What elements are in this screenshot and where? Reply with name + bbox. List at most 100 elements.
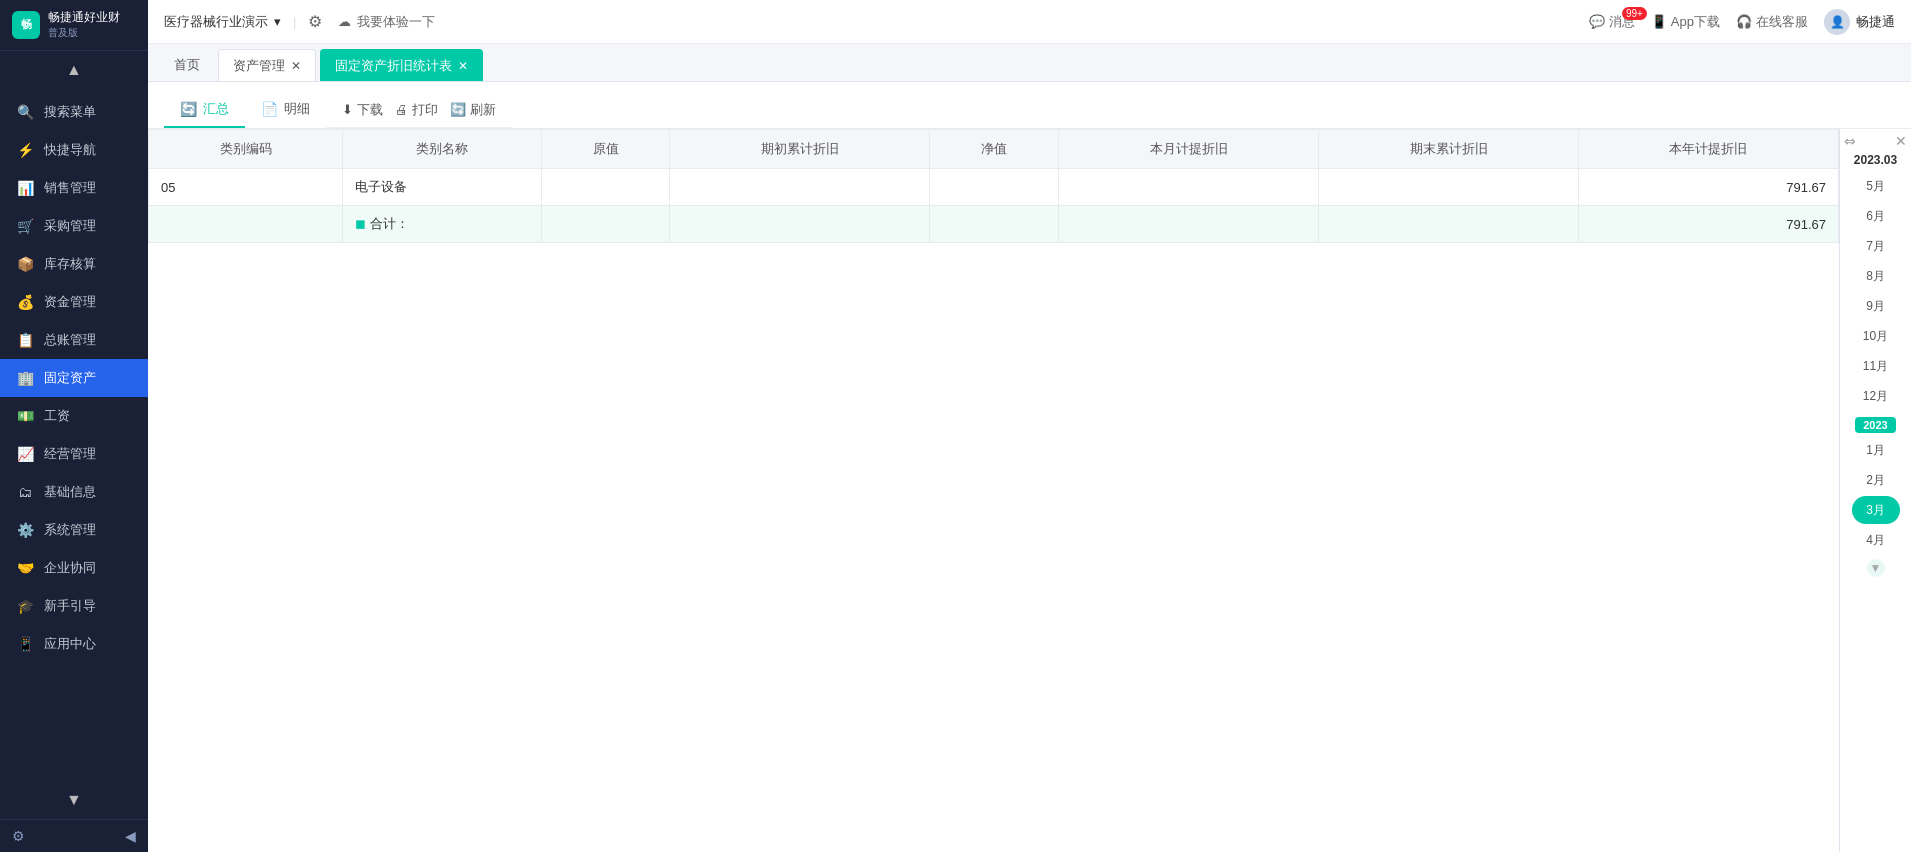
sidebar-item-salary[interactable]: 💵 工资: [0, 397, 148, 435]
chevron-down-icon: ▾: [274, 14, 281, 29]
month-9[interactable]: 9月: [1852, 292, 1900, 320]
search-icon: 🔍: [16, 103, 34, 121]
topbar-divider: |: [293, 14, 296, 29]
tab-fixed-depreciation[interactable]: 固定资产折旧统计表 ✕: [320, 49, 483, 81]
month-12[interactable]: 12月: [1852, 382, 1900, 410]
inventory-icon: 📦: [16, 255, 34, 273]
subtab-summary[interactable]: 🔄 汇总: [164, 92, 245, 128]
month-3[interactable]: 3月: [1852, 496, 1900, 524]
month-4[interactable]: 4月: [1852, 526, 1900, 554]
ops-icon: 📈: [16, 445, 34, 463]
data-table: 类别编码 类别名称 原值 期初累计折旧 净值 本月计提折旧 期末累计折旧 本年计…: [148, 129, 1839, 243]
company-name: 医疗器械行业演示: [164, 13, 268, 31]
subtotal-monthly: [1059, 206, 1319, 243]
sidebar-item-ledger[interactable]: 📋 总账管理: [0, 321, 148, 359]
sidebar-scroll-up[interactable]: ▲: [66, 61, 82, 79]
month-8[interactable]: 8月: [1852, 262, 1900, 290]
sidebar-item-guide[interactable]: 🎓 新手引导: [0, 587, 148, 625]
sidebar-item-sales[interactable]: 📊 销售管理: [0, 169, 148, 207]
subtotal-code: [149, 206, 343, 243]
tabsbar: 首页 资产管理 ✕ 固定资产折旧统计表 ✕: [148, 44, 1911, 82]
tab-home[interactable]: 首页: [160, 49, 214, 81]
topbar-settings-icon[interactable]: ⚙: [308, 12, 322, 31]
current-year-badge: 2023: [1855, 417, 1895, 433]
sidebar-item-label: 工资: [44, 407, 70, 425]
purchase-icon: 🛒: [16, 217, 34, 235]
headset-icon: 🎧: [1736, 14, 1752, 29]
main-area: 医疗器械行业演示 ▾ | ⚙ ☁ 我要体验一下 💬 消息 99+ 📱 App下载…: [148, 0, 1911, 852]
collapse-sidebar-icon[interactable]: ◀: [125, 828, 136, 844]
basic-icon: 🗂: [16, 483, 34, 501]
collab-icon: 🤝: [16, 559, 34, 577]
subtab-detail[interactable]: 📄 明细: [245, 92, 326, 128]
toolbar: ⬇ 下载 🖨 打印 🔄 刷新: [326, 93, 512, 128]
print-label: 打印: [412, 101, 438, 119]
sidebar-item-apps[interactable]: 📱 应用中心: [0, 625, 148, 663]
online-service-button[interactable]: 🎧 在线客服: [1736, 13, 1808, 31]
panel-nav-down-icon[interactable]: ▼: [1867, 559, 1885, 577]
sidebar-scroll-down[interactable]: ▼: [66, 791, 82, 809]
sidebar-item-collab[interactable]: 🤝 企业协同: [0, 549, 148, 587]
sidebar-item-label: 总账管理: [44, 331, 96, 349]
tab-asset-mgmt[interactable]: 资产管理 ✕: [218, 49, 316, 81]
data-table-wrap: 类别编码 类别名称 原值 期初累计折旧 净值 本月计提折旧 期末累计折旧 本年计…: [148, 129, 1839, 852]
sidebar-item-label: 库存核算: [44, 255, 96, 273]
sidebar-item-basic[interactable]: 🗂 基础信息: [0, 473, 148, 511]
print-button[interactable]: 🖨 打印: [395, 101, 438, 119]
sidebar-item-fixed[interactable]: 🏢 固定资产: [0, 359, 148, 397]
download-button[interactable]: ⬇ 下载: [342, 101, 383, 119]
panel-close-icon[interactable]: ✕: [1895, 133, 1907, 149]
month-7[interactable]: 7月: [1852, 232, 1900, 260]
refresh-button[interactable]: 🔄 刷新: [450, 101, 496, 119]
cloud-icon: ☁: [338, 14, 351, 29]
download-icon: ⬇: [342, 102, 353, 117]
subtab-summary-label: 汇总: [203, 100, 229, 118]
month-10[interactable]: 10月: [1852, 322, 1900, 350]
sidebar-item-label: 快捷导航: [44, 141, 96, 159]
sidebar-item-finance[interactable]: 💰 资金管理: [0, 283, 148, 321]
cell-end-accum: [1319, 169, 1579, 206]
subtotal-initial-accum: [670, 206, 930, 243]
sidebar-item-label: 资金管理: [44, 293, 96, 311]
detail-icon: 📄: [261, 101, 278, 117]
company-selector[interactable]: 医疗器械行业演示 ▾: [164, 13, 281, 31]
month-2[interactable]: 2月: [1852, 466, 1900, 494]
sidebar-item-system[interactable]: ⚙️ 系统管理: [0, 511, 148, 549]
sidebar-item-ops[interactable]: 📈 经营管理: [0, 435, 148, 473]
month-5[interactable]: 5月: [1852, 172, 1900, 200]
col-header-original: 原值: [541, 130, 670, 169]
content-area: 🔄 汇总 📄 明细 ⬇ 下载 🖨 打印 🔄 刷新: [148, 82, 1911, 852]
subtotal-expand-icon: ◼: [355, 216, 366, 231]
month-1[interactable]: 1月: [1852, 436, 1900, 464]
apps-icon: 📱: [16, 635, 34, 653]
sidebar-item-purchase[interactable]: 🛒 采购管理: [0, 207, 148, 245]
sidebar-item-label: 固定资产: [44, 369, 96, 387]
sales-icon: 📊: [16, 179, 34, 197]
month-6[interactable]: 6月: [1852, 202, 1900, 230]
tab-asset-mgmt-label: 资产管理: [233, 57, 285, 75]
experience-button[interactable]: ☁ 我要体验一下: [338, 13, 435, 31]
app-download-button[interactable]: 📱 App下载: [1651, 13, 1720, 31]
month-11[interactable]: 11月: [1852, 352, 1900, 380]
sidebar-item-inventory[interactable]: 📦 库存核算: [0, 245, 148, 283]
message-button[interactable]: 💬 消息 99+: [1589, 13, 1635, 31]
sidebar-item-label: 搜索菜单: [44, 103, 96, 121]
salary-icon: 💵: [16, 407, 34, 425]
user-menu[interactable]: 👤 畅捷通: [1824, 9, 1895, 35]
sidebar-app-title: 畅捷通好业财: [48, 10, 120, 26]
col-header-monthly: 本月计提折旧: [1059, 130, 1319, 169]
sidebar-item-quicknav[interactable]: ⚡ 快捷导航: [0, 131, 148, 169]
tab-home-label: 首页: [174, 56, 200, 74]
tab-asset-mgmt-close[interactable]: ✕: [291, 59, 301, 73]
sidebar-version: 普及版: [48, 26, 120, 40]
panel-expand-icon[interactable]: ⇔: [1844, 133, 1856, 149]
tab-fixed-depreciation-close[interactable]: ✕: [458, 59, 468, 73]
col-header-net: 净值: [930, 130, 1059, 169]
sidebar-item-search[interactable]: 🔍 搜索菜单: [0, 93, 148, 131]
table-row: 05 电子设备 791.67: [149, 169, 1839, 206]
subtotal-end-accum: [1319, 206, 1579, 243]
settings-icon[interactable]: ⚙: [12, 828, 25, 844]
date-panel: ✕ ⇔ 2023.03 5月 6月 7月 8月 9月 10月 11月 12月 2…: [1839, 129, 1911, 852]
online-service-label: 在线客服: [1756, 13, 1808, 31]
sidebar: 畅 畅捷通好业财 普及版 ▲ 🔍 搜索菜单 ⚡ 快捷导航 📊 销售管理 🛒 采购…: [0, 0, 148, 852]
